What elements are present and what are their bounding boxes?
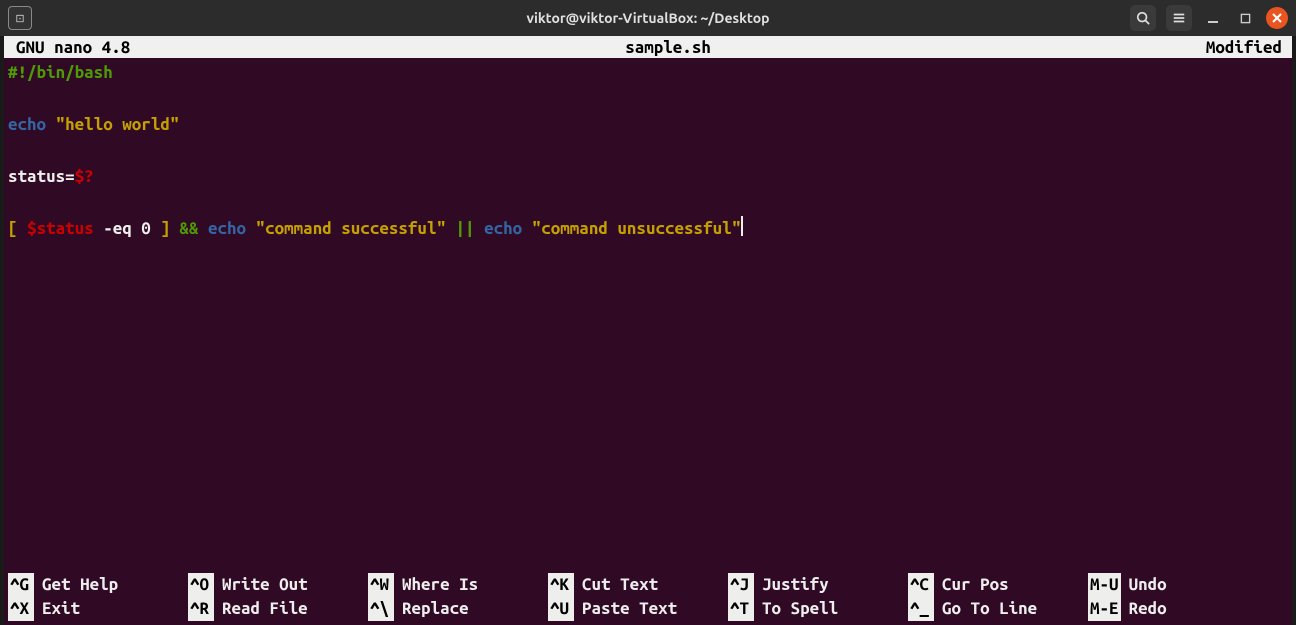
- search-icon: [1136, 11, 1150, 25]
- shortcut-to-spell[interactable]: ^TTo Spell: [728, 597, 908, 621]
- shortcut-replace[interactable]: ^\Replace: [368, 597, 548, 621]
- shortcut-get-help[interactable]: ^GGet Help: [8, 573, 188, 597]
- shortcut-where-is[interactable]: ^WWhere Is: [368, 573, 548, 597]
- hamburger-icon: [1172, 11, 1186, 25]
- shortcut-row-1: ^GGet Help ^OWrite Out ^WWhere Is ^KCut …: [8, 573, 1288, 597]
- nano-filename: sample.sh: [130, 38, 1206, 57]
- shortcut-paste-text[interactable]: ^UPaste Text: [548, 597, 728, 621]
- shortcut-write-out[interactable]: ^OWrite Out: [188, 573, 368, 597]
- shortcut-read-file[interactable]: ^RRead File: [188, 597, 368, 621]
- nano-app-label: GNU nano 4.8: [4, 38, 130, 57]
- nano-titlebar: GNU nano 4.8 sample.sh Modified: [4, 36, 1292, 58]
- window-title: viktor@viktor-VirtualBox: ~/Desktop: [526, 10, 769, 26]
- shortcut-cut-text[interactable]: ^KCut Text: [548, 573, 728, 597]
- text-cursor: [741, 216, 743, 236]
- window-titlebar: ⊡ viktor@viktor-VirtualBox: ~/Desktop: [0, 0, 1296, 36]
- code-string: "hello world": [56, 115, 180, 134]
- shortcut-undo[interactable]: M-UUndo: [1088, 573, 1268, 597]
- code-exitstatus: $?: [75, 167, 94, 186]
- minimize-icon: [1207, 12, 1219, 24]
- shortcut-cur-pos[interactable]: ^CCur Pos: [908, 573, 1088, 597]
- code-shebang: #!/bin/bash: [8, 63, 113, 82]
- nano-shortcuts: ^GGet Help ^OWrite Out ^WWhere Is ^KCut …: [4, 573, 1292, 625]
- code-echo: echo: [8, 115, 46, 134]
- shortcut-go-to-line[interactable]: ^_Go To Line: [908, 597, 1088, 621]
- search-button[interactable]: [1130, 5, 1156, 31]
- minimize-button[interactable]: [1202, 7, 1224, 29]
- shortcut-justify[interactable]: ^JJustify: [728, 573, 908, 597]
- shortcut-row-2: ^XExit ^RRead File ^\Replace ^UPaste Tex…: [8, 597, 1288, 621]
- close-button[interactable]: [1266, 7, 1288, 29]
- shortcut-exit[interactable]: ^XExit: [8, 597, 188, 621]
- terminal-app-icon[interactable]: ⊡: [8, 6, 32, 30]
- shortcut-redo[interactable]: M-ERedo: [1088, 597, 1268, 621]
- maximize-button[interactable]: [1234, 7, 1256, 29]
- close-icon: [1272, 13, 1282, 23]
- terminal-body: GNU nano 4.8 sample.sh Modified #!/bin/b…: [4, 36, 1292, 625]
- nano-status: Modified: [1206, 38, 1292, 57]
- maximize-icon: [1240, 13, 1251, 24]
- editor-area[interactable]: #!/bin/bash echo "hello world" status=$?…: [4, 58, 1292, 573]
- hamburger-button[interactable]: [1166, 5, 1192, 31]
- code-varname: status: [8, 167, 65, 186]
